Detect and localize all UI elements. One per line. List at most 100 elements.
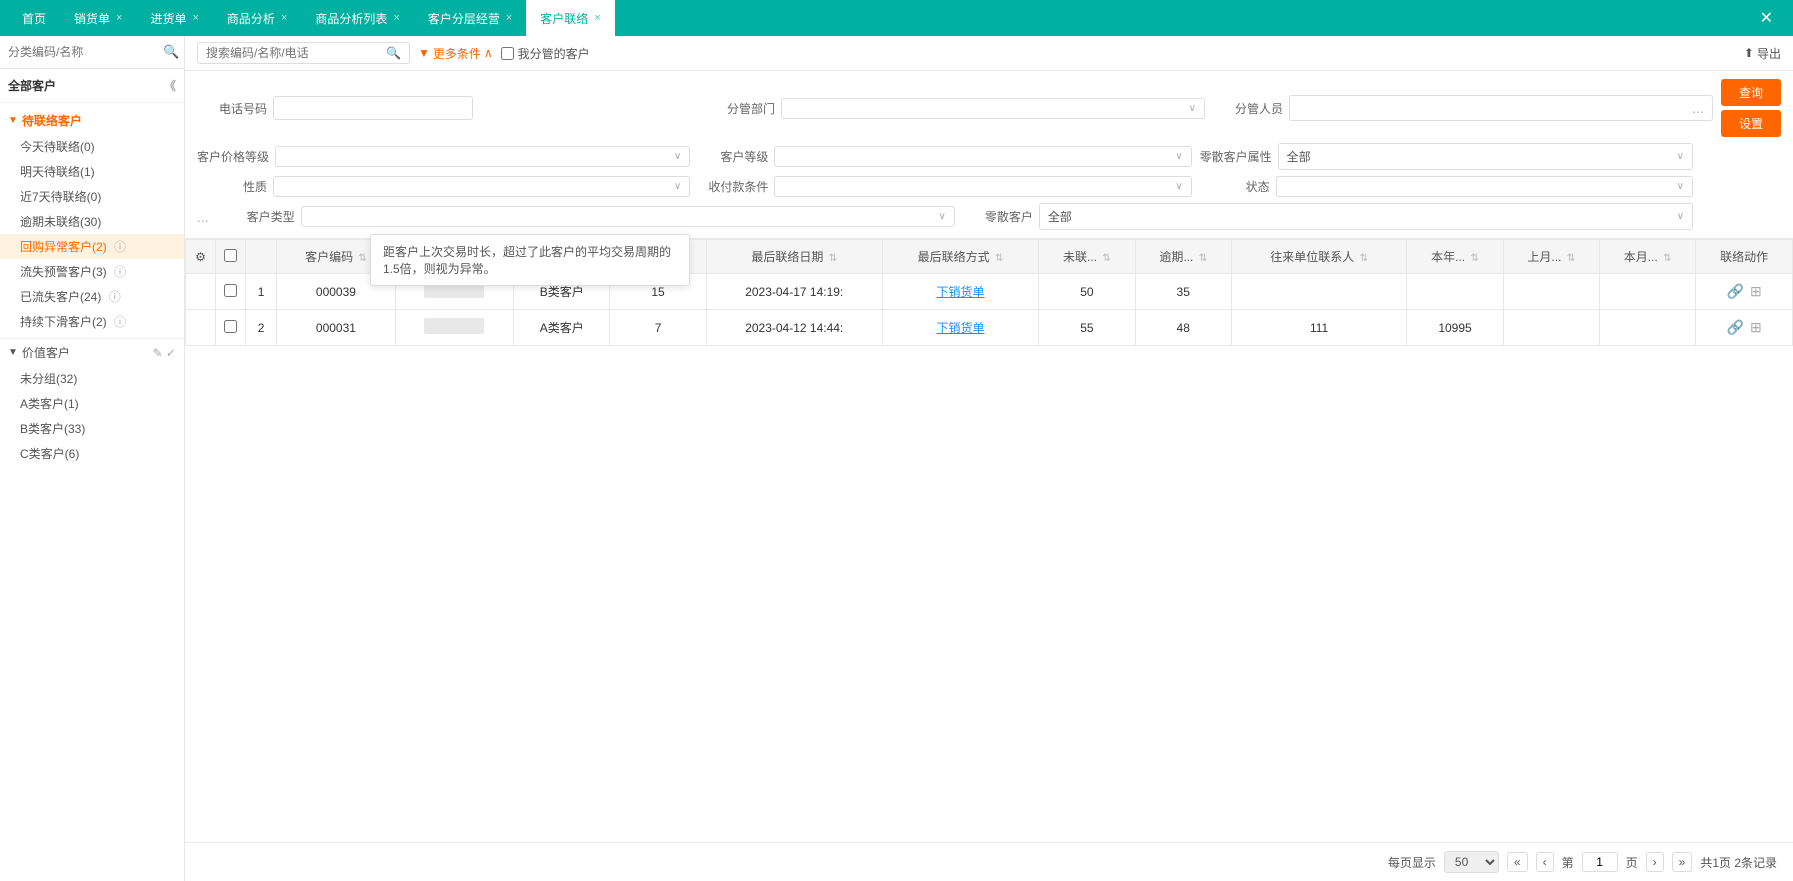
phone-input[interactable] [273, 96, 473, 120]
price-level-select[interactable]: ∨ [275, 146, 690, 167]
row1-link-icon[interactable]: 🔗 [1727, 283, 1744, 300]
row1-unit-contacts [1231, 274, 1407, 310]
chevron-icon: ∧ [484, 46, 493, 60]
customer-type-label: 客户类型 [225, 208, 295, 225]
sort-last-month: ⇅ [1567, 253, 1575, 264]
sort-unit-contacts: ⇅ [1360, 253, 1368, 264]
payment-select[interactable]: ∨ [774, 176, 1191, 197]
search-input[interactable] [206, 46, 386, 60]
payment-arrow: ∨ [1175, 181, 1182, 192]
sidebar-item-lost[interactable]: 已流失客户(24) ⓘ [0, 284, 184, 309]
col-settings[interactable]: ⚙ [186, 240, 216, 274]
gender-arrow: ∨ [674, 181, 681, 192]
value-customer-edit-icon[interactable]: ✎ ✓ [153, 346, 176, 360]
total-info: 共1页 2条记录 [1700, 854, 1777, 871]
price-level-label: 客户价格等级 [197, 148, 269, 165]
col-no-contact[interactable]: 未联... ⇅ [1039, 240, 1135, 274]
nav-close-product-analysis-list[interactable]: × [393, 12, 399, 24]
gender-select[interactable]: ∨ [273, 176, 690, 197]
select-all-checkbox[interactable] [224, 249, 237, 262]
nav-sales-order[interactable]: 销货单 × [60, 0, 136, 36]
col-this-month[interactable]: 本月... ⇅ [1599, 240, 1695, 274]
sidebar-item-tomorrow[interactable]: 明天待联络(1) [0, 159, 184, 184]
pending-arrow-icon: ▼ [8, 115, 18, 126]
row2-grid-icon[interactable]: ⊞ [1750, 319, 1762, 336]
col-overdue[interactable]: 逾期... ⇅ [1135, 240, 1231, 274]
col-this-year[interactable]: 本年... ⇅ [1407, 240, 1503, 274]
nav-purchase-order[interactable]: 进货单 × [136, 0, 212, 36]
nav-close-customer-tier[interactable]: × [506, 12, 512, 24]
sidebar-search-input[interactable] [8, 45, 163, 59]
row1-grid-icon[interactable]: ⊞ [1750, 283, 1762, 300]
sidebar-item-unclassified[interactable]: 未分组(32) [0, 366, 184, 391]
filter-row-3: 性质 ∨ 收付款条件 ∨ 状态 [197, 176, 1781, 197]
per-page-select[interactable]: 50 100 200 [1444, 851, 1499, 873]
row2-last-contact-date: 2023-04-12 14:44: [706, 310, 882, 346]
page-number-input[interactable] [1582, 852, 1618, 872]
sidebar-item-declining[interactable]: 持续下滑客户(2) ⓘ [0, 309, 184, 334]
export-button[interactable]: ⬆ 导出 [1744, 45, 1781, 62]
sidebar-item-lost-warning[interactable]: 流失预警客户(3) ⓘ [0, 259, 184, 284]
sidebar-item-overdue[interactable]: 逾期未联络(30) [0, 209, 184, 234]
nav-product-analysis-list[interactable]: 商品分析列表 × [301, 0, 413, 36]
first-page-button[interactable]: « [1507, 852, 1528, 872]
dept-select-arrow: ∨ [1189, 103, 1196, 114]
row2-select-checkbox[interactable] [224, 320, 237, 333]
sidebar-item-today[interactable]: 今天待联络(0) [0, 134, 184, 159]
nav-customer-contact[interactable]: 客户联络 × [526, 0, 614, 36]
query-button[interactable]: 查询 [1721, 79, 1781, 106]
customer-level-select[interactable]: ∨ [774, 146, 1191, 167]
retail-customer-select[interactable]: 全部 ∨ [1039, 203, 1693, 230]
row2-link-icon[interactable]: 🔗 [1727, 319, 1744, 336]
sidebar-item-b-class[interactable]: B类客户(33) [0, 416, 184, 441]
settings-button[interactable]: 设置 [1721, 110, 1781, 137]
window-close-button[interactable]: ✕ [1748, 8, 1785, 28]
nav-close-customer-contact[interactable]: × [594, 12, 600, 24]
sidebar-item-a-class[interactable]: A类客户(1) [0, 391, 184, 416]
nav-home[interactable]: 首页 [8, 0, 60, 36]
prev-page-button[interactable]: ‹ [1536, 852, 1554, 872]
nav-close-purchase-order[interactable]: × [192, 12, 198, 24]
search-button[interactable]: 🔍 [386, 46, 401, 60]
col-index [246, 240, 277, 274]
row2-last-contact-method: 下销货单 [882, 310, 1039, 346]
filter-retail-customer: 零散客户 全部 ∨ [963, 203, 1693, 230]
more-dots-icon[interactable]: ... [197, 209, 209, 225]
gender-label: 性质 [197, 178, 267, 195]
sidebar-item-c-class[interactable]: C类客户(6) [0, 441, 184, 466]
filter-price-level: 客户价格等级 ∨ [197, 146, 690, 167]
nav-close-sales-order[interactable]: × [116, 12, 122, 24]
my-customers-checkbox[interactable] [501, 47, 514, 60]
row2-this-year: 10995 [1407, 310, 1503, 346]
filter-retail-attr: 零散客户属性 全部 ∨ [1200, 143, 1693, 170]
status-select[interactable]: ∨ [1276, 176, 1693, 197]
more-conditions-button[interactable]: ▼ 更多条件 ∧ [418, 45, 493, 62]
nav-customer-tier[interactable]: 客户分层经营 × [414, 0, 526, 36]
sidebar-value-customer-header[interactable]: ▼ 价值客户 ✎ ✓ [0, 338, 184, 366]
last-page-button[interactable]: » [1672, 852, 1693, 872]
sidebar-item-7days[interactable]: 近7天待联络(0) [0, 184, 184, 209]
nav-close-product-analysis[interactable]: × [281, 12, 287, 24]
table-wrapper: ⚙ 客户编码 ⇅ 客户名称 ⇅ [185, 239, 1793, 842]
dept-label: 分管部门 [705, 100, 775, 117]
col-last-contact-method[interactable]: 最后联络方式 ⇅ [882, 240, 1039, 274]
col-last-month[interactable]: 上月... ⇅ [1503, 240, 1599, 274]
retail-attr-select[interactable]: 全部 ∨ [1278, 143, 1693, 170]
sidebar-item-abnormal-repurchase[interactable]: 回购异常客户(2) ⓘ [0, 234, 184, 259]
nav-product-analysis[interactable]: 商品分析 × [213, 0, 301, 36]
sidebar-group-pending[interactable]: ▼ 待联络客户 [0, 107, 184, 134]
sidebar-collapse-button[interactable]: 《 [164, 77, 176, 94]
person-dots-icon[interactable]: ... [1692, 100, 1704, 116]
sort-this-year: ⇅ [1471, 253, 1479, 264]
row1-select-checkbox[interactable] [224, 284, 237, 297]
table-row: 2 000031 A类客户 7 2023-04-12 14:44: 下销货单 5… [186, 310, 1793, 346]
per-page-label: 每页显示 [1388, 854, 1436, 871]
col-unit-contacts[interactable]: 往来单位联系人 ⇅ [1231, 240, 1407, 274]
col-last-contact-date[interactable]: 最后联络日期 ⇅ [706, 240, 882, 274]
person-select[interactable]: ... [1289, 95, 1713, 121]
sidebar-search-icon[interactable]: 🔍 [163, 44, 179, 60]
next-page-button[interactable]: › [1646, 852, 1664, 872]
customer-level-label: 客户等级 [698, 148, 768, 165]
dept-select[interactable]: ∨ [781, 98, 1205, 119]
customer-type-select[interactable]: ∨ [301, 206, 955, 227]
